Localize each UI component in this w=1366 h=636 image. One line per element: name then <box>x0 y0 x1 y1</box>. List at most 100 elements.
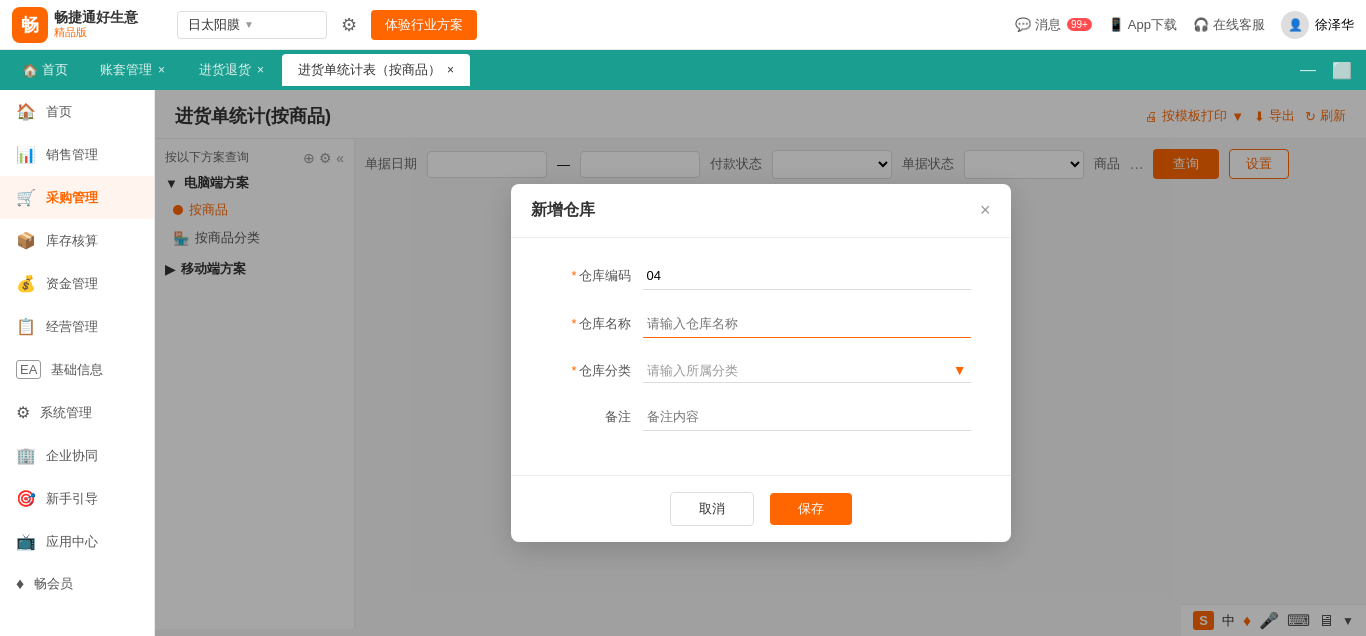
headset-icon: 🎧 <box>1193 17 1209 32</box>
content-area: 进货单统计(按商品) 🖨 按模板打印 ▼ ⬇ 导出 ↻ 刷新 <box>155 90 1366 636</box>
required-star-name: * <box>571 316 576 331</box>
store-selector[interactable]: 日太阳膜 ▼ <box>177 11 327 39</box>
modal-body: *仓库编码 *仓库名称 *仓库分类 <box>511 238 1011 475</box>
required-star-code: * <box>571 268 576 283</box>
modal-close-btn[interactable]: × <box>980 200 991 221</box>
modal-header: 新增仓库 × <box>511 184 1011 238</box>
sidebar-item-sales[interactable]: 📊 销售管理 <box>0 133 154 176</box>
guide-sidebar-icon: 🎯 <box>16 489 36 508</box>
form-label-remark: 备注 <box>551 408 631 426</box>
online-service-label: 在线客服 <box>1213 16 1265 34</box>
sidebar-enterprise-label: 企业协同 <box>46 447 98 465</box>
sidebar-finance-label: 资金管理 <box>46 275 98 293</box>
tab-accounts[interactable]: 账套管理 × <box>84 54 181 86</box>
warehouse-remark-input[interactable] <box>643 403 971 431</box>
save-btn[interactable]: 保存 <box>770 493 852 525</box>
purchase-sidebar-icon: 🛒 <box>16 188 36 207</box>
sidebar-sales-label: 销售管理 <box>46 146 98 164</box>
sidebar-operations-label: 经营管理 <box>46 318 98 336</box>
form-row-name: *仓库名称 <box>551 310 971 338</box>
tab-purchase-return[interactable]: 进货退货 × <box>183 54 280 86</box>
form-row-code: *仓库编码 <box>551 262 971 290</box>
top-header: 畅 畅捷通好生意 精品版 日太阳膜 ▼ ⚙ 体验行业方案 💬 消息 99+ 📱 … <box>0 0 1366 50</box>
tab-home-label: 首页 <box>42 61 68 79</box>
header-right: 💬 消息 99+ 📱 App下载 🎧 在线客服 👤 徐泽华 <box>1015 11 1354 39</box>
online-service-action[interactable]: 🎧 在线客服 <box>1193 16 1265 34</box>
store-name: 日太阳膜 <box>188 16 240 34</box>
sidebar-item-home[interactable]: 🏠 首页 <box>0 90 154 133</box>
modal-overlay: 新增仓库 × *仓库编码 *仓库名称 <box>155 90 1366 636</box>
tab-purchase-return-close[interactable]: × <box>257 63 264 77</box>
operations-sidebar-icon: 📋 <box>16 317 36 336</box>
warehouse-name-input[interactable] <box>643 310 971 338</box>
tab-purchase-return-label: 进货退货 <box>199 61 251 79</box>
chevron-down-icon: ▼ <box>244 19 254 30</box>
required-star-category: * <box>571 363 576 378</box>
enterprise-sidebar-icon: 🏢 <box>16 446 36 465</box>
user-area[interactable]: 👤 徐泽华 <box>1281 11 1354 39</box>
sidebar-item-apps[interactable]: 📺 应用中心 <box>0 520 154 563</box>
vip-sidebar-icon: ♦ <box>16 575 24 593</box>
tab-home[interactable]: 🏠 首页 <box>8 54 82 86</box>
form-label-code: *仓库编码 <box>551 267 631 285</box>
app-download-action[interactable]: 📱 App下载 <box>1108 16 1177 34</box>
tab-controls: — ⬜ <box>1294 59 1358 82</box>
modal-title: 新增仓库 <box>531 200 595 221</box>
avatar-icon: 👤 <box>1288 18 1303 32</box>
sidebar-item-vip[interactable]: ♦ 畅会员 <box>0 563 154 605</box>
form-row-category: *仓库分类 请输入所属分类 ▼ <box>551 358 971 383</box>
sidebar-item-system[interactable]: ⚙ 系统管理 <box>0 391 154 434</box>
message-label: 消息 <box>1035 16 1061 34</box>
settings-icon[interactable]: ⚙ <box>337 10 361 40</box>
logo-area: 畅 畅捷通好生意 精品版 <box>12 7 167 43</box>
home-icon: 🏠 <box>22 63 38 78</box>
trial-btn[interactable]: 体验行业方案 <box>371 10 477 40</box>
inventory-sidebar-icon: 📦 <box>16 231 36 250</box>
select-arrow-icon: ▼ <box>953 362 967 378</box>
tab-bar: 🏠 首页 账套管理 × 进货退货 × 进货单统计表（按商品） × — ⬜ <box>0 50 1366 90</box>
tab-accounts-close[interactable]: × <box>158 63 165 77</box>
logo-icon: 畅 <box>12 7 48 43</box>
sidebar-guide-label: 新手引导 <box>46 490 98 508</box>
sidebar-vip-label: 畅会员 <box>34 575 73 593</box>
sidebar-item-operations[interactable]: 📋 经营管理 <box>0 305 154 348</box>
mobile-icon: 📱 <box>1108 17 1124 32</box>
app-download-label: App下载 <box>1128 16 1177 34</box>
avatar: 👤 <box>1281 11 1309 39</box>
message-action[interactable]: 💬 消息 99+ <box>1015 16 1092 34</box>
basics-sidebar-icon: EA <box>16 360 41 379</box>
message-icon: 💬 <box>1015 17 1031 32</box>
sidebar: 🏠 首页 📊 销售管理 🛒 采购管理 📦 库存核算 💰 资金管理 📋 经营管理 … <box>0 90 155 636</box>
logo-title: 畅捷通好生意 <box>54 9 138 26</box>
modal-add-warehouse: 新增仓库 × *仓库编码 *仓库名称 <box>511 184 1011 542</box>
home-sidebar-icon: 🏠 <box>16 102 36 121</box>
warehouse-category-select[interactable]: 请输入所属分类 <box>647 363 953 378</box>
sidebar-item-purchase[interactable]: 🛒 采购管理 <box>0 176 154 219</box>
cancel-btn[interactable]: 取消 <box>670 492 754 526</box>
tab-accounts-label: 账套管理 <box>100 61 152 79</box>
sidebar-item-basics[interactable]: EA 基础信息 <box>0 348 154 391</box>
tab-purchase-stats[interactable]: 进货单统计表（按商品） × <box>282 54 470 86</box>
modal-footer: 取消 保存 <box>511 475 1011 542</box>
sidebar-inventory-label: 库存核算 <box>46 232 98 250</box>
sidebar-item-finance[interactable]: 💰 资金管理 <box>0 262 154 305</box>
apps-sidebar-icon: 📺 <box>16 532 36 551</box>
sidebar-item-guide[interactable]: 🎯 新手引导 <box>0 477 154 520</box>
sidebar-item-inventory[interactable]: 📦 库存核算 <box>0 219 154 262</box>
system-sidebar-icon: ⚙ <box>16 403 30 422</box>
tab-purchase-stats-close[interactable]: × <box>447 63 454 77</box>
tab-maximize-icon[interactable]: ⬜ <box>1326 59 1358 82</box>
finance-sidebar-icon: 💰 <box>16 274 36 293</box>
warehouse-category-wrapper: 请输入所属分类 ▼ <box>643 358 971 383</box>
sidebar-basics-label: 基础信息 <box>51 361 103 379</box>
message-badge: 99+ <box>1067 18 1092 31</box>
form-row-remark: 备注 <box>551 403 971 431</box>
warehouse-code-input[interactable] <box>643 262 971 290</box>
tab-purchase-stats-label: 进货单统计表（按商品） <box>298 61 441 79</box>
user-name: 徐泽华 <box>1315 16 1354 34</box>
logo-sub: 精品版 <box>54 25 138 40</box>
tab-minimize-icon[interactable]: — <box>1294 59 1322 81</box>
sidebar-item-enterprise[interactable]: 🏢 企业协同 <box>0 434 154 477</box>
sidebar-home-label: 首页 <box>46 103 72 121</box>
form-label-category: *仓库分类 <box>551 362 631 380</box>
